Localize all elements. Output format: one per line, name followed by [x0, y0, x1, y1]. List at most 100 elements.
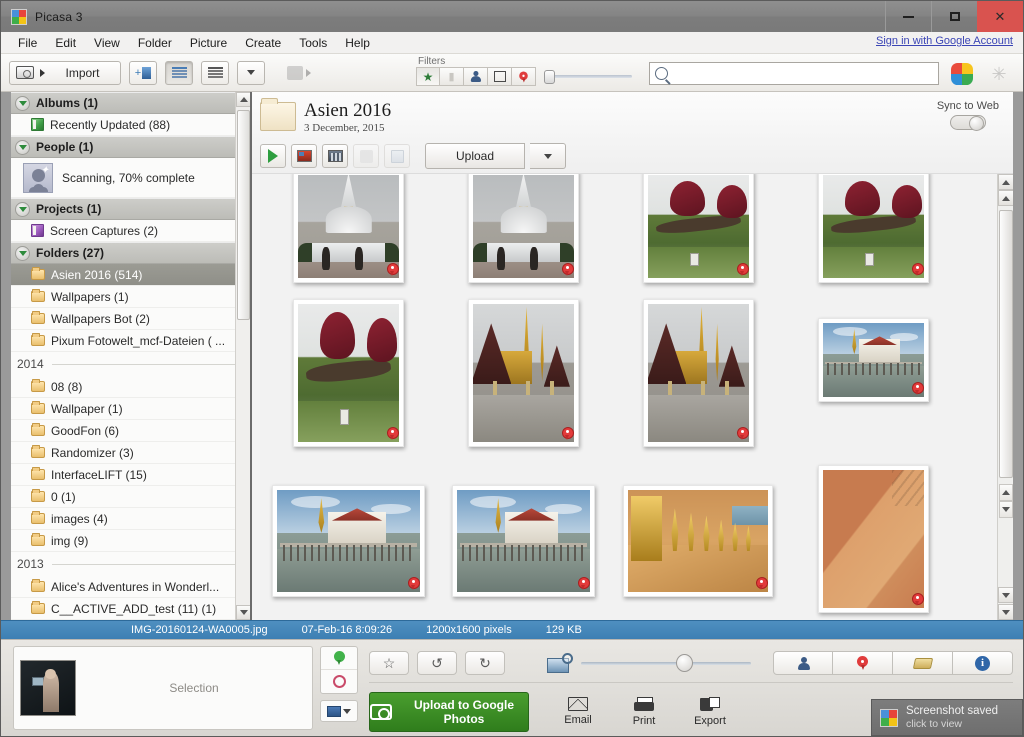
export-button[interactable]: Export [677, 697, 743, 727]
sidebar-header-folders[interactable]: Folders (27) [11, 242, 250, 264]
sidebar-item-img[interactable]: img (9) [11, 530, 250, 552]
photo-thumbnail[interactable] [643, 299, 754, 447]
menu-item-folder[interactable]: Folder [129, 34, 181, 52]
view-options-button[interactable] [237, 61, 265, 85]
star-button[interactable]: ☆ [369, 651, 409, 675]
upload-dropdown-button[interactable] [530, 143, 566, 169]
sidebar-scroll-up-button[interactable] [236, 92, 251, 107]
photo-thumbnail[interactable] [293, 299, 404, 447]
search-input[interactable] [668, 67, 933, 81]
label-button[interactable] [320, 700, 358, 722]
slider-knob[interactable] [676, 654, 693, 672]
thumbnail-size-slider[interactable] [581, 653, 751, 673]
maximize-button[interactable] [931, 1, 977, 32]
grid-scroll-mid-up-button[interactable] [999, 484, 1013, 501]
photo-thumbnail[interactable] [293, 174, 404, 283]
remove-selection-button[interactable] [321, 670, 357, 693]
minimize-button[interactable] [885, 1, 931, 32]
sidebar-item-c-active-add-test[interactable]: C__ACTIVE_ADD_test (11) (1) [11, 598, 250, 620]
photo-thumbnail[interactable] [452, 485, 595, 597]
slideshow-button[interactable] [260, 144, 286, 168]
filter-date-slider[interactable] [544, 67, 632, 86]
close-button[interactable]: ✕ [977, 1, 1023, 32]
sidebar-item-pixum-fotowelt[interactable]: Pixum Fotowelt_mcf-Dateien ( ... [11, 330, 250, 352]
sidebar-scrollbar[interactable] [235, 92, 250, 620]
menu-item-create[interactable]: Create [236, 34, 290, 52]
list-view-button[interactable] [201, 61, 229, 85]
print-button[interactable]: Print [611, 697, 677, 727]
add-to-album-button[interactable]: + [129, 61, 157, 85]
menu-item-edit[interactable]: Edit [46, 34, 85, 52]
sidebar-item-images[interactable]: images (4) [11, 508, 250, 530]
photo-thumbnail[interactable] [818, 174, 929, 283]
collapse-toggle-icon[interactable] [15, 246, 30, 261]
collapse-toggle-icon[interactable] [15, 96, 30, 111]
screenshot-saved-toast[interactable]: Screenshot saved click to view [871, 699, 1023, 736]
grid-scrollbar[interactable] [997, 174, 1013, 620]
import-button[interactable]: Import [9, 61, 121, 85]
geotag-button[interactable] [353, 144, 379, 168]
photo-thumbnail[interactable] [623, 485, 773, 597]
star-filter-button[interactable]: ★ [416, 67, 440, 86]
sidebar-item-interfacelift[interactable]: InterfaceLIFT (15) [11, 464, 250, 486]
burn-disc-button[interactable] [384, 144, 410, 168]
collage-button[interactable] [291, 144, 317, 168]
grid-scroll-up-button[interactable] [998, 174, 1013, 190]
tags-view-button[interactable] [893, 651, 953, 675]
slider-knob[interactable] [544, 70, 555, 84]
photo-thumbnail[interactable] [468, 299, 579, 447]
search-box[interactable] [649, 62, 939, 85]
sync-to-web-toggle[interactable] [950, 115, 986, 130]
selection-thumbnail[interactable] [20, 660, 76, 716]
sidebar-scroll-down-button[interactable] [236, 605, 251, 620]
sunburst-icon[interactable]: ✳ [989, 64, 1009, 84]
photo-thumbnail[interactable] [818, 318, 929, 402]
collapse-toggle-icon[interactable] [15, 202, 30, 217]
upload-button[interactable]: Upload [425, 143, 525, 169]
photo-thumbnail[interactable] [272, 485, 425, 597]
sidebar-header-albums[interactable]: Albums (1) [11, 92, 250, 114]
sidebar-item-0[interactable]: 0 (1) [11, 486, 250, 508]
sign-in-link[interactable]: Sign in with Google Account [876, 35, 1013, 47]
photo-thumbnail[interactable] [818, 465, 929, 613]
photo-thumbnail[interactable] [468, 174, 579, 283]
grid-scrollbar-thumb[interactable] [999, 210, 1013, 478]
thumbnail-view-button[interactable] [165, 61, 193, 85]
geotag-filter-button[interactable] [512, 67, 536, 86]
face-filter-button[interactable]: ▮ [440, 67, 464, 86]
upload-to-google-photos-button[interactable]: Upload to Google Photos [369, 692, 529, 732]
video-filter-button[interactable] [488, 67, 512, 86]
people-filter-button[interactable] [464, 67, 488, 86]
collapse-toggle-icon[interactable] [15, 140, 30, 155]
sidebar-item-alices-adventures[interactable]: Alice's Adventures in Wonderl... [11, 576, 250, 598]
rotate-ccw-button[interactable]: ↺ [417, 651, 457, 675]
sidebar-header-people[interactable]: People (1) [11, 136, 250, 158]
sidebar-item-08[interactable]: 08 (8) [11, 376, 250, 398]
menu-item-help[interactable]: Help [336, 34, 379, 52]
menu-item-file[interactable]: File [9, 34, 46, 52]
people-view-button[interactable] [773, 651, 833, 675]
grid-scroll-mid-down-button[interactable] [999, 501, 1013, 518]
menu-item-tools[interactable]: Tools [290, 34, 336, 52]
rotate-button[interactable] [287, 66, 311, 80]
sidebar-item-wallpaper[interactable]: Wallpaper (1) [11, 398, 250, 420]
grid-scroll-page-down-button[interactable] [998, 587, 1013, 603]
info-view-button[interactable]: i [953, 651, 1013, 675]
sidebar-item-wallpapers-bot[interactable]: Wallpapers Bot (2) [11, 308, 250, 330]
sidebar-item-goodfon[interactable]: GoodFon (6) [11, 420, 250, 442]
google-photos-icon[interactable] [951, 63, 973, 85]
sidebar-header-projects[interactable]: Projects (1) [11, 198, 250, 220]
grid-scroll-page-up-button[interactable] [998, 190, 1013, 206]
sidebar-scrollbar-thumb[interactable] [237, 110, 250, 320]
sidebar-item-screen-captures[interactable]: Screen Captures (2) [11, 220, 250, 242]
photo-thumbnail[interactable] [643, 174, 754, 283]
sidebar-item-wallpapers[interactable]: Wallpapers (1) [11, 286, 250, 308]
grid-scroll-down-button[interactable] [998, 604, 1013, 620]
sidebar-item-asien-2016[interactable]: Asien 2016 (514) [11, 264, 250, 286]
sync-to-web-control[interactable]: Sync to Web [937, 100, 999, 130]
sidebar-item-people-scanning[interactable]: ✦ Scanning, 70% complete [11, 158, 250, 198]
movie-button[interactable] [322, 144, 348, 168]
geotag-selection-button[interactable] [321, 647, 357, 670]
menu-item-picture[interactable]: Picture [181, 34, 236, 52]
rotate-cw-button[interactable]: ↻ [465, 651, 505, 675]
